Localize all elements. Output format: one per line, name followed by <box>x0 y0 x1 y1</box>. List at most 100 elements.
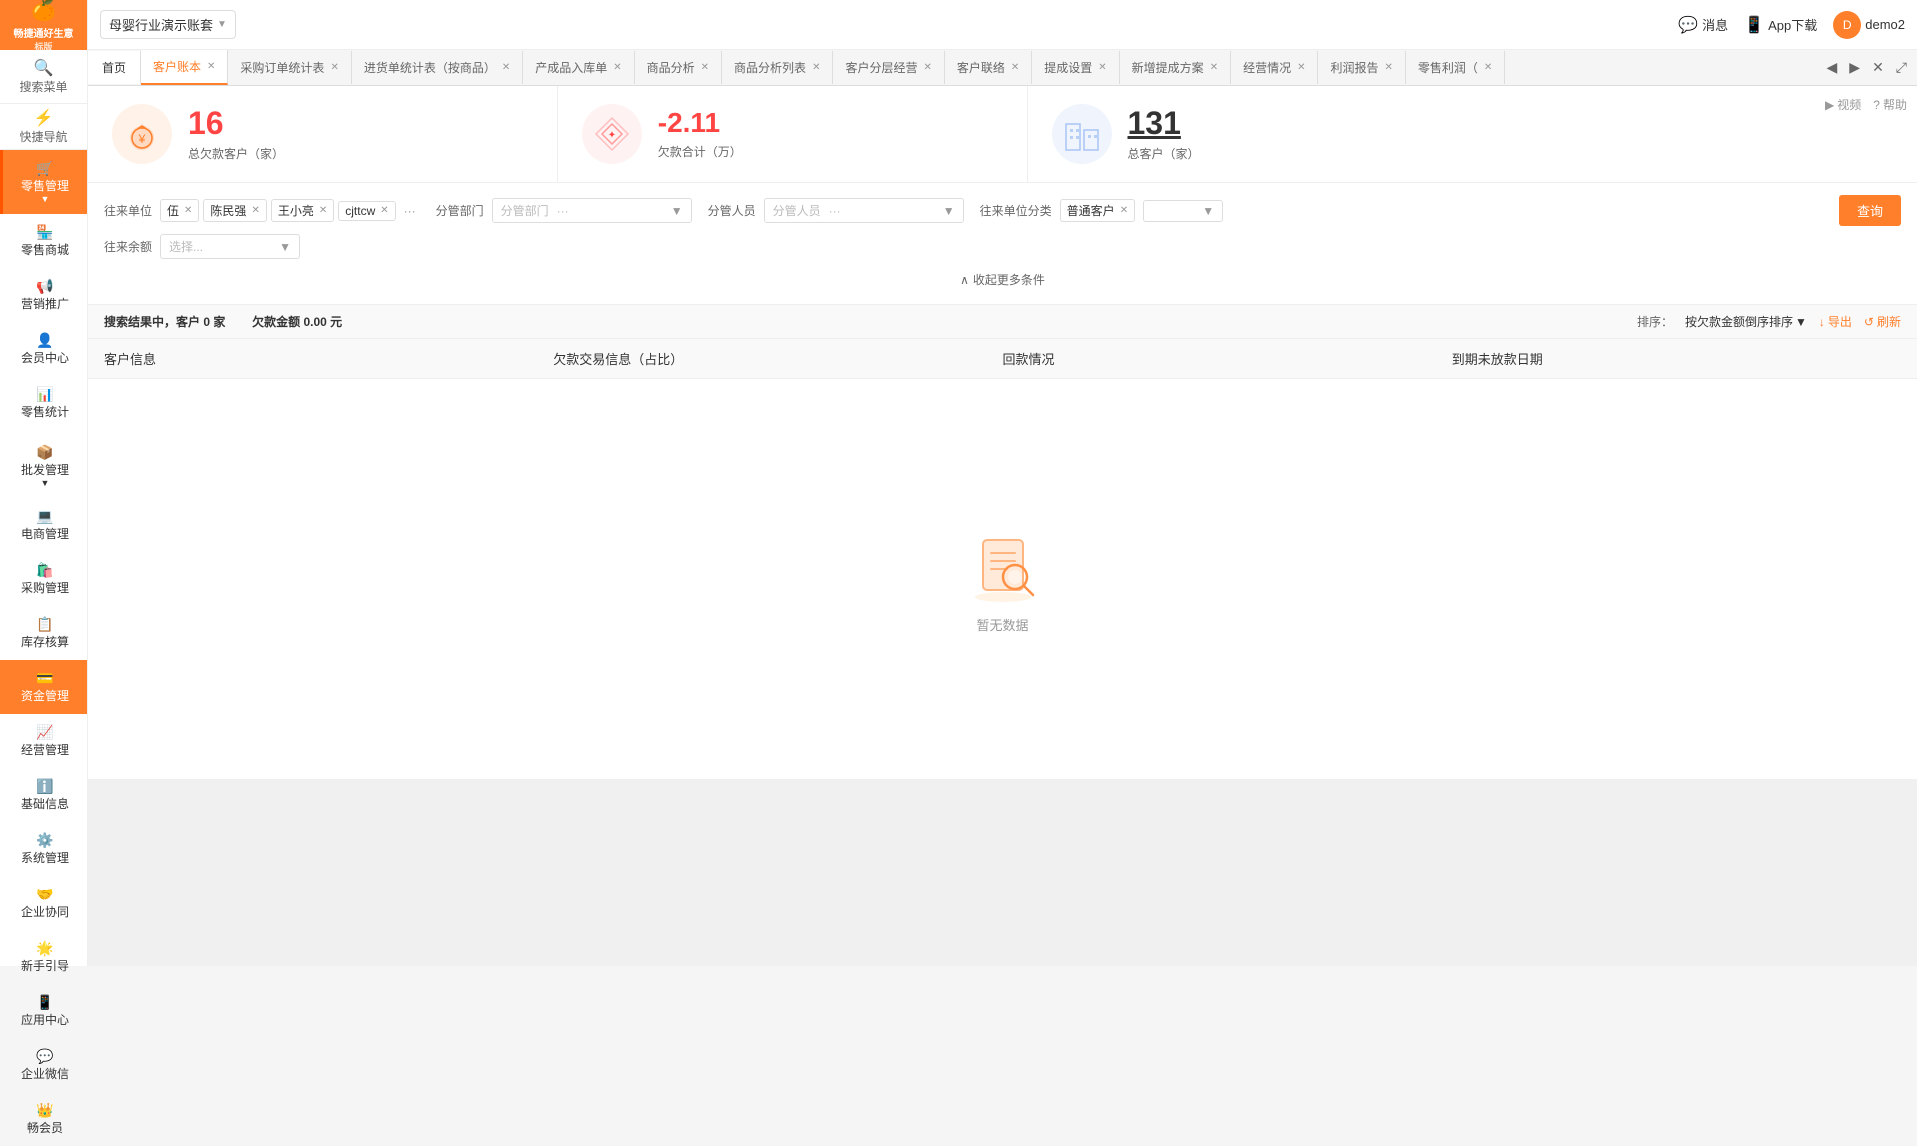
tab-close-customer-contact[interactable]: ✕ <box>1011 62 1019 73</box>
tab-profit-report[interactable]: 利润报告 ✕ <box>1318 51 1405 84</box>
tab-customer-segment-ops[interactable]: 客户分层经营 ✕ <box>833 51 944 84</box>
tab-customer-contact[interactable]: 客户联络 ✕ <box>945 51 1032 84</box>
messages-button[interactable]: 💬 消息 <box>1678 15 1728 35</box>
app-download-button[interactable]: 📱 App下载 <box>1744 15 1817 35</box>
result-summary: 搜索结果中，客户 0 家 欠款金额 0.00 元 <box>104 313 342 330</box>
filter-tag-chen[interactable]: 陈民强 ✕ <box>203 199 266 222</box>
svg-text:✦: ✦ <box>608 130 616 141</box>
stat-actions: ▶ 视频 ? 帮助 <box>1825 96 1907 113</box>
filter-tag-chen-remove[interactable]: ✕ <box>251 205 259 216</box>
tab-close-retail-profit[interactable]: ✕ <box>1484 62 1492 73</box>
tab-proposal-settings[interactable]: 提成设置 ✕ <box>1032 51 1119 84</box>
filter-tag-cjttcw[interactable]: cjttcw ✕ <box>338 201 395 221</box>
total-customers-number: 131 <box>1128 107 1200 139</box>
filter-row-2: 往来余额 选择... ▼ <box>104 234 1901 259</box>
sidebar-item-marketing[interactable]: 📢 营销推广 <box>0 268 87 322</box>
page-content: ¥ 16 总欠款客户（家） <box>88 86 1917 779</box>
sort-value-button[interactable]: 按欠款金额倒序排序 ▼ <box>1685 313 1807 330</box>
account-selector[interactable]: 母婴行业演示账套 ▼ <box>100 10 236 39</box>
main-area: 母婴行业演示账套 ▼ 💬 消息 📱 App下载 D demo2 首页 客户账本 <box>88 0 1917 966</box>
tab-close-profit-report[interactable]: ✕ <box>1385 62 1393 73</box>
help-button[interactable]: ? 帮助 <box>1873 96 1907 113</box>
sidebar-item-enterprise-collab[interactable]: 🤝 企业协同 <box>0 876 87 930</box>
unit-type-more-select[interactable]: ▼ <box>1143 200 1223 222</box>
tab-close-product-analysis[interactable]: ✕ <box>701 62 709 73</box>
account-selector-arrow: ▼ <box>217 19 227 30</box>
tabs-close-all[interactable]: ✕ <box>1868 55 1888 80</box>
balance-filter-select[interactable]: 选择... ▼ <box>160 234 300 259</box>
filter-tag-wu-remove[interactable]: ✕ <box>184 205 192 216</box>
tab-retail-profit[interactable]: 零售利润（ ✕ <box>1406 51 1505 84</box>
sidebar-item-retail-mgmt[interactable]: 🛒 零售管理 ▼ <box>0 150 87 214</box>
table-wrap: 客户信息 欠款交易信息（占比） 回款情况 到期未放款日期 <box>88 339 1917 779</box>
tab-purchase-order-stats[interactable]: 采购订单统计表 ✕ <box>228 51 351 84</box>
stat-total-customers-icon <box>1052 104 1112 164</box>
filter-more-units[interactable]: ··· <box>400 202 420 220</box>
tab-close-inbound-stats[interactable]: ✕ <box>502 62 510 73</box>
sidebar-item-finance-mgmt[interactable]: 💳 资金管理 <box>0 660 87 714</box>
tab-inbound-stats-product[interactable]: 进货单统计表（按商品） ✕ <box>352 51 523 84</box>
sidebar-item-purchase-mgmt[interactable]: 🛍️ 采购管理 <box>0 552 87 606</box>
tab-customer-account[interactable]: 客户账本 ✕ <box>141 50 228 85</box>
filter-tag-normal-customer-remove[interactable]: ✕ <box>1120 205 1128 216</box>
filter-tag-normal-customer[interactable]: 普通客户 ✕ <box>1060 199 1135 222</box>
balance-placeholder: 选择... <box>169 238 203 255</box>
filter-tag-wang[interactable]: 王小亮 ✕ <box>271 199 334 222</box>
sidebar-item-inventory-check[interactable]: 📋 库存核算 <box>0 606 87 660</box>
sidebar-item-search-menu[interactable]: 🔍 搜索菜单 <box>0 50 87 104</box>
sidebar-item-basic-info[interactable]: ℹ️ 基础信息 <box>0 768 87 822</box>
tab-home[interactable]: 首页 <box>88 51 141 84</box>
tab-close-new-proposal[interactable]: ✕ <box>1210 62 1218 73</box>
tab-product-analysis-list[interactable]: 商品分析列表 ✕ <box>722 51 833 84</box>
tabs-bar: 首页 客户账本 ✕ 采购订单统计表 ✕ 进货单统计表（按商品） ✕ 产成品入库单… <box>88 50 1917 86</box>
sidebar-item-ops-mgmt[interactable]: 📈 经营管理 <box>0 714 87 768</box>
sidebar-item-retail-stats[interactable]: 📊 零售统计 <box>0 376 87 430</box>
refresh-button[interactable]: ↺ 刷新 <box>1864 313 1901 330</box>
sidebar-item-vip-member[interactable]: 👑 畅会员 <box>0 1092 87 1146</box>
dept-filter-select[interactable]: 分管部门 ··· ▼ <box>492 198 692 223</box>
video-button[interactable]: ▶ 视频 <box>1825 96 1861 113</box>
sidebar-item-new-guide[interactable]: 🌟 新手引导 <box>0 930 87 984</box>
filter-tag-wang-remove[interactable]: ✕ <box>319 205 327 216</box>
table-header-customer-info: 客户信息 <box>104 349 553 368</box>
result-actions: 排序： 按欠款金额倒序排序 ▼ ↓ 导出 ↺ 刷新 <box>1637 313 1901 330</box>
tab-close-proposal-settings[interactable]: ✕ <box>1098 62 1106 73</box>
user-profile[interactable]: D demo2 <box>1833 11 1905 39</box>
tab-close-purchase-order-stats[interactable]: ✕ <box>330 62 338 73</box>
tab-close-customer-account[interactable]: ✕ <box>207 61 215 72</box>
building-icon <box>1062 114 1102 154</box>
tab-close-ops-situation[interactable]: ✕ <box>1297 62 1305 73</box>
debt-customers-number: 16 <box>188 107 284 139</box>
export-icon: ↓ <box>1819 315 1825 329</box>
unit-filter-label: 往来单位 <box>104 202 152 219</box>
result-bar: 搜索结果中，客户 0 家 欠款金额 0.00 元 排序： 按欠款金额倒序排序 ▼ <box>88 305 1917 339</box>
tab-ops-situation[interactable]: 经营情况 ✕ <box>1231 51 1318 84</box>
sidebar-item-ecom-mgmt[interactable]: 💻 电商管理 <box>0 498 87 552</box>
tab-product-inbound-order[interactable]: 产成品入库单 ✕ <box>523 51 634 84</box>
sidebar-logo[interactable]: 🍊 畅捷通好生意 标版 <box>0 0 87 50</box>
filter-tag-wu[interactable]: 伍 ✕ <box>160 199 199 222</box>
sidebar-item-enterprise-wechat[interactable]: 💬 企业微信 <box>0 1038 87 1092</box>
sidebar-item-quick-nav[interactable]: ⚡ 快捷导航 <box>0 104 87 150</box>
sidebar-item-sys-mgmt[interactable]: ⚙️ 系统管理 <box>0 822 87 876</box>
sidebar-item-wholesale-mgmt[interactable]: 📦 批发管理 ▼ <box>0 434 87 498</box>
table-header-payment-status: 回款情况 <box>1003 349 1452 368</box>
tab-new-proposal[interactable]: 新增提成方案 ✕ <box>1120 51 1231 84</box>
tab-close-product-inbound[interactable]: ✕ <box>613 62 621 73</box>
sidebar-item-app-center[interactable]: 📱 应用中心 <box>0 984 87 1038</box>
export-button[interactable]: ↓ 导出 <box>1819 313 1852 330</box>
collapse-button[interactable]: ∧ 收起更多条件 <box>104 267 1901 292</box>
tab-close-customer-segment[interactable]: ✕ <box>923 62 931 73</box>
query-button[interactable]: 查询 <box>1839 195 1901 226</box>
empty-text: 暂无数据 <box>976 615 1028 634</box>
tab-close-product-analysis-list[interactable]: ✕ <box>812 62 820 73</box>
filter-row-1: 往来单位 伍 ✕ 陈民强 ✕ 王小亮 ✕ <box>104 195 1901 226</box>
filter-tag-cjttcw-remove[interactable]: ✕ <box>380 205 388 216</box>
tabs-expand[interactable]: ⤢ <box>1892 55 1911 80</box>
sidebar-item-member-center[interactable]: 👤 会员中心 <box>0 322 87 376</box>
tab-product-analysis[interactable]: 商品分析 ✕ <box>635 51 722 84</box>
tabs-scroll-right[interactable]: ▶ <box>1845 55 1864 80</box>
person-filter-select[interactable]: 分管人员 ··· ▼ <box>764 198 964 223</box>
tabs-scroll-left[interactable]: ◀ <box>1823 55 1842 80</box>
sidebar-item-retail-mall[interactable]: 🏪 零售商城 <box>0 214 87 268</box>
